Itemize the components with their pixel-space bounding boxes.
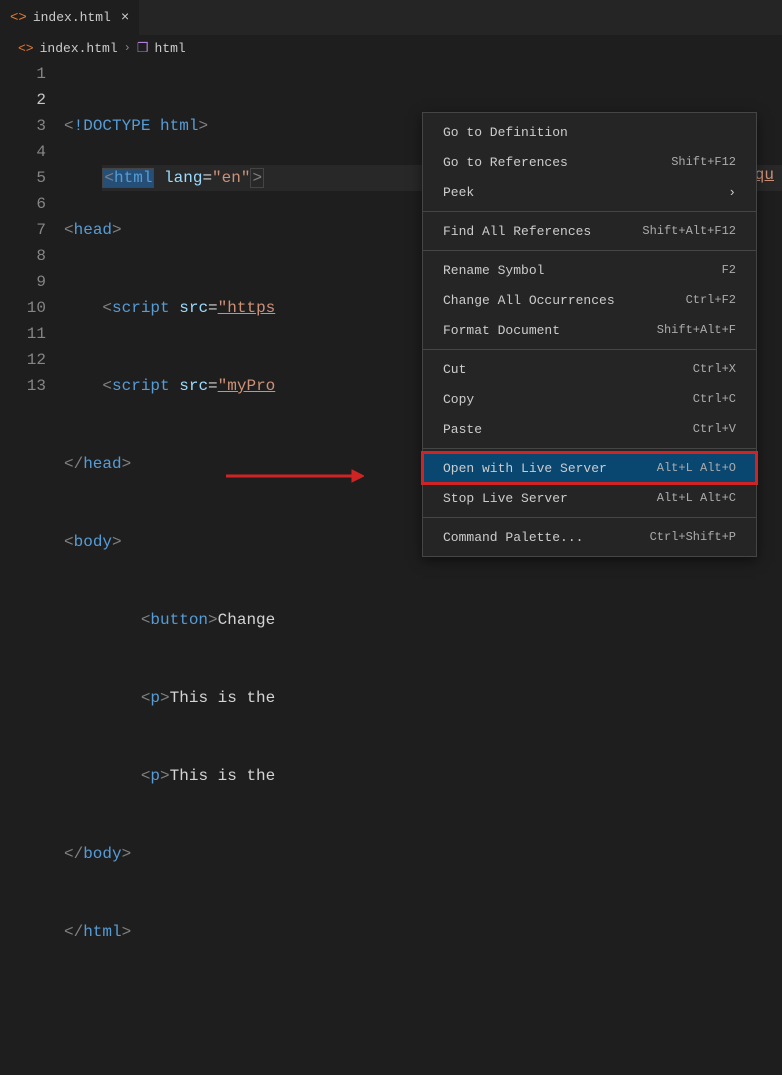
menu-stop-live-server[interactable]: Stop Live ServerAlt+L Alt+C (423, 483, 756, 513)
menu-change-all-occurrences[interactable]: Change All OccurrencesCtrl+F2 (423, 285, 756, 315)
html-file-icon: <> (10, 10, 27, 26)
tab-bar: <> index.html × (0, 0, 782, 35)
menu-goto-references[interactable]: Go to ReferencesShift+F12 (423, 147, 756, 177)
menu-divider (423, 211, 756, 212)
menu-divider (423, 448, 756, 449)
tab-filename: index.html (33, 10, 111, 25)
menu-open-with-live-server[interactable]: Open with Live ServerAlt+L Alt+O (423, 453, 756, 483)
menu-divider (423, 250, 756, 251)
html-file-icon: <> (18, 41, 34, 56)
menu-cut[interactable]: CutCtrl+X (423, 354, 756, 384)
chevron-right-icon: › (728, 185, 736, 200)
menu-format-document[interactable]: Format DocumentShift+Alt+F (423, 315, 756, 345)
menu-divider (423, 517, 756, 518)
context-menu: Go to Definition Go to ReferencesShift+F… (422, 112, 757, 557)
breadcrumb-symbol[interactable]: html (154, 41, 185, 56)
menu-command-palette[interactable]: Command Palette...Ctrl+Shift+P (423, 522, 756, 552)
symbol-icon: ❒ (137, 41, 149, 56)
menu-find-all-references[interactable]: Find All ReferencesShift+Alt+F12 (423, 216, 756, 246)
breadcrumb-file[interactable]: index.html (40, 41, 118, 56)
close-icon[interactable]: × (121, 10, 129, 26)
breadcrumb[interactable]: <> index.html › ❒ html (0, 35, 782, 61)
menu-copy[interactable]: CopyCtrl+C (423, 384, 756, 414)
tab-index-html[interactable]: <> index.html × (0, 0, 140, 35)
menu-divider (423, 349, 756, 350)
menu-goto-definition[interactable]: Go to Definition (423, 117, 756, 147)
menu-peek[interactable]: Peek› (423, 177, 756, 207)
menu-rename-symbol[interactable]: Rename SymbolF2 (423, 255, 756, 285)
chevron-right-icon: › (124, 41, 131, 55)
line-numbers: 1 2 3 4 5 6 7 8 9 10 11 12 13 (0, 61, 64, 1075)
menu-paste[interactable]: PasteCtrl+V (423, 414, 756, 444)
